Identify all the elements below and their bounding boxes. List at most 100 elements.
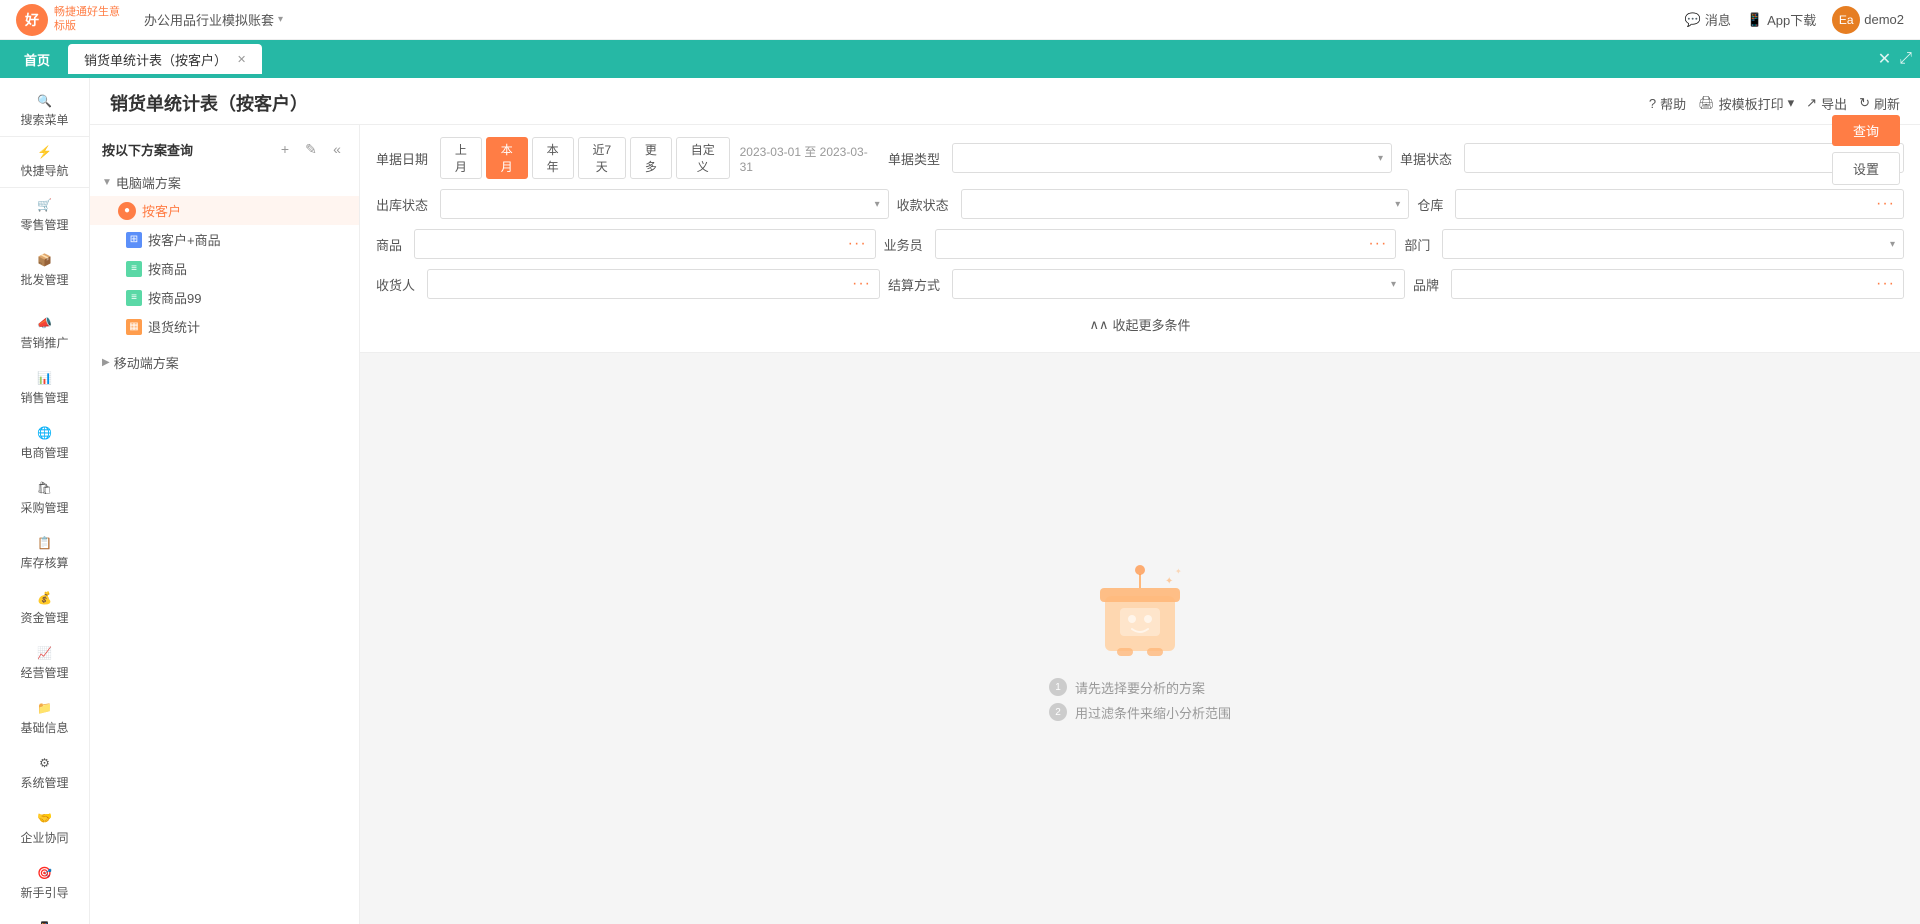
date-btn-this-month[interactable]: 本月 [486,137,528,179]
date-btn-custom[interactable]: 自定义 [676,137,730,179]
department-select[interactable]: ▾ [1442,229,1904,259]
brand-select[interactable]: ··· [1451,269,1904,299]
top-bar: 好 畅捷通好生意 标版 办公用品行业模拟账套 ▾ 💬 消息 📱 App下载 Ea… [0,0,1920,40]
top-bar-right: 💬 消息 📱 App下载 Ea demo2 [1685,6,1904,34]
receiver-select[interactable]: ··· [427,269,880,299]
brand-label: 品牌 [1413,275,1443,294]
expand-arrow-icon: ▼ [102,177,112,188]
window-close-icon[interactable]: ✕ [1878,49,1891,69]
scheme-item-by-product-99[interactable]: ≡ 按商品99 [90,283,359,312]
out-status-label: 出库状态 [376,195,432,214]
sidebar-item-business[interactable]: 📈 经营管理 [0,636,89,691]
sidebar-item-purchase[interactable]: 🛍 采购管理 [0,471,89,526]
warehouse-select[interactable]: ··· [1455,189,1904,219]
sidebar-item-quicknav[interactable]: ⚡ 快捷导航 [0,137,89,188]
add-scheme-button[interactable]: + [275,139,295,159]
edit-scheme-button[interactable]: ✎ [301,139,321,159]
sidebar-item-ecommerce[interactable]: 🌐 电商管理 [0,416,89,471]
empty-hint-1: 1 请先选择要分析的方案 [1049,678,1231,697]
sidebar-item-marketing[interactable]: 📣 营销推广 [0,306,89,361]
scheme-panel-title: 按以下方案查询 [102,140,193,159]
messages-button[interactable]: 💬 消息 [1685,10,1731,29]
settings-button[interactable]: 设置 [1832,152,1900,185]
marketing-icon: 📣 [37,316,52,330]
scheme-item-return-stat[interactable]: ▦ 退货统计 [90,312,359,341]
warehouse-label: 仓库 [1417,195,1447,214]
salesperson-select[interactable]: ··· [935,229,1397,259]
sidebar-item-wholesale[interactable]: 📦 批发管理 [0,243,89,298]
refresh-icon: ↻ [1859,95,1870,111]
query-button[interactable]: 查询 [1832,125,1900,146]
table2-scheme-icon: ≡ [126,290,142,306]
empty-robot-svg: ✦ ✦ [1075,556,1205,666]
app-download-button[interactable]: 📱 App下载 [1747,10,1816,29]
empty-illustration: ✦ ✦ [1075,556,1205,666]
window-maximize-icon[interactable]: ⤢ [1899,50,1912,68]
sidebar-item-enterprise[interactable]: 🤝 企业协同 [0,801,89,856]
doc-status-label: 单据状态 [1400,149,1456,168]
step-1-icon: 1 [1049,678,1067,696]
filter-row-3: 商品 ··· 业务员 ··· 部门 ▾ [376,229,1904,259]
doc-type-label: 单据类型 [888,149,944,168]
sidebar-item-newbie[interactable]: 🎯 新手引导 [0,856,89,911]
business-icon: 📈 [37,646,52,660]
bar-scheme-icon: ▦ [126,319,142,335]
mobile-group-header[interactable]: ▶ 移动端方案 [90,349,359,376]
date-btn-this-year[interactable]: 本年 [532,137,574,179]
scheme-panel: 按以下方案查询 + ✎ « ▼ 电脑端方案 [90,125,360,924]
date-btn-more[interactable]: 更多 [630,137,672,179]
date-btn-last-7days[interactable]: 近7天 [578,137,626,179]
mobile-expand-arrow-icon: ▶ [102,357,110,368]
scheme-item-by-customer[interactable]: ● 按客户 [90,196,359,225]
scheme-item-by-product[interactable]: ≡ 按商品 [90,254,359,283]
inventory-icon: 📋 [37,536,52,550]
product-select[interactable]: ··· [414,229,876,259]
payment-select[interactable]: ▾ [952,269,1405,299]
quicknav-icon: ⚡ [37,145,52,159]
date-btn-last-month[interactable]: 上月 [440,137,482,179]
department-label: 部门 [1404,235,1434,254]
message-icon: 💬 [1685,12,1701,28]
sidebar-item-system[interactable]: ⚙ 系统管理 [0,746,89,801]
collapse-scheme-button[interactable]: « [327,139,347,159]
empty-hints: 1 请先选择要分析的方案 2 用过滤条件来缩小分析范围 [1049,678,1231,722]
sidebar-item-appstore[interactable]: 📱 应用中心 [0,911,89,924]
payment-arrow-icon: ▾ [1391,279,1396,290]
receipt-status-arrow-icon: ▾ [1395,199,1400,210]
svg-text:✦: ✦ [1175,567,1182,576]
sidebar-item-sales[interactable]: 📊 销售管理 [0,361,89,416]
sidebar-item-finance[interactable]: 💰 资金管理 [0,581,89,636]
scheme-panel-actions: + ✎ « [275,139,347,159]
sales-icon: 📊 [37,371,52,385]
print-button[interactable]: 🖨 按模板打印 ▾ [1698,94,1794,113]
desktop-group-header[interactable]: ▼ 电脑端方案 [90,169,359,196]
user-menu[interactable]: Ea demo2 [1832,6,1904,34]
grid-scheme-icon: ⊞ [126,232,142,248]
newbie-icon: 🎯 [37,866,52,880]
avatar: Ea [1832,6,1860,34]
sidebar-item-search[interactable]: 🔍 搜索菜单 [0,86,89,137]
export-button[interactable]: ↗ 导出 [1806,94,1847,113]
tab-sales-stat[interactable]: 销货单统计表（按客户） ✕ [68,44,262,74]
collapse-icon: « [333,141,341,157]
sidebar-item-inventory[interactable]: 📋 库存核算 [0,526,89,581]
tab-bar: 首页 销货单统计表（按客户） ✕ ✕ ⤢ [0,40,1920,78]
out-status-select[interactable]: ▾ [440,189,889,219]
search-icon: 🔍 [37,94,52,108]
sidebar-item-retail[interactable]: 🛒 零售管理 [0,188,89,243]
basic-icon: 📁 [37,701,52,715]
svg-text:✦: ✦ [1165,576,1173,587]
filter-row-2: 出库状态 ▾ 收款状态 ▾ 仓库 ··· [376,189,1904,219]
collapse-button[interactable]: ∧∧ 收起更多条件 [1077,311,1202,338]
doc-type-select[interactable]: ▾ [952,143,1392,173]
top-bar-left: 好 畅捷通好生意 标版 办公用品行业模拟账套 ▾ [16,4,283,36]
receipt-status-select[interactable]: ▾ [961,189,1410,219]
sidebar-item-basic[interactable]: 📁 基础信息 [0,691,89,746]
workspace-selector[interactable]: 办公用品行业模拟账套 ▾ [144,10,283,29]
tab-close-icon[interactable]: ✕ [237,53,246,66]
finance-icon: 💰 [37,591,52,605]
tab-home[interactable]: 首页 [8,44,66,74]
help-button[interactable]: ? 帮助 [1649,94,1686,113]
refresh-button[interactable]: ↻ 刷新 [1859,94,1900,113]
scheme-item-by-customer-product[interactable]: ⊞ 按客户+商品 [90,225,359,254]
